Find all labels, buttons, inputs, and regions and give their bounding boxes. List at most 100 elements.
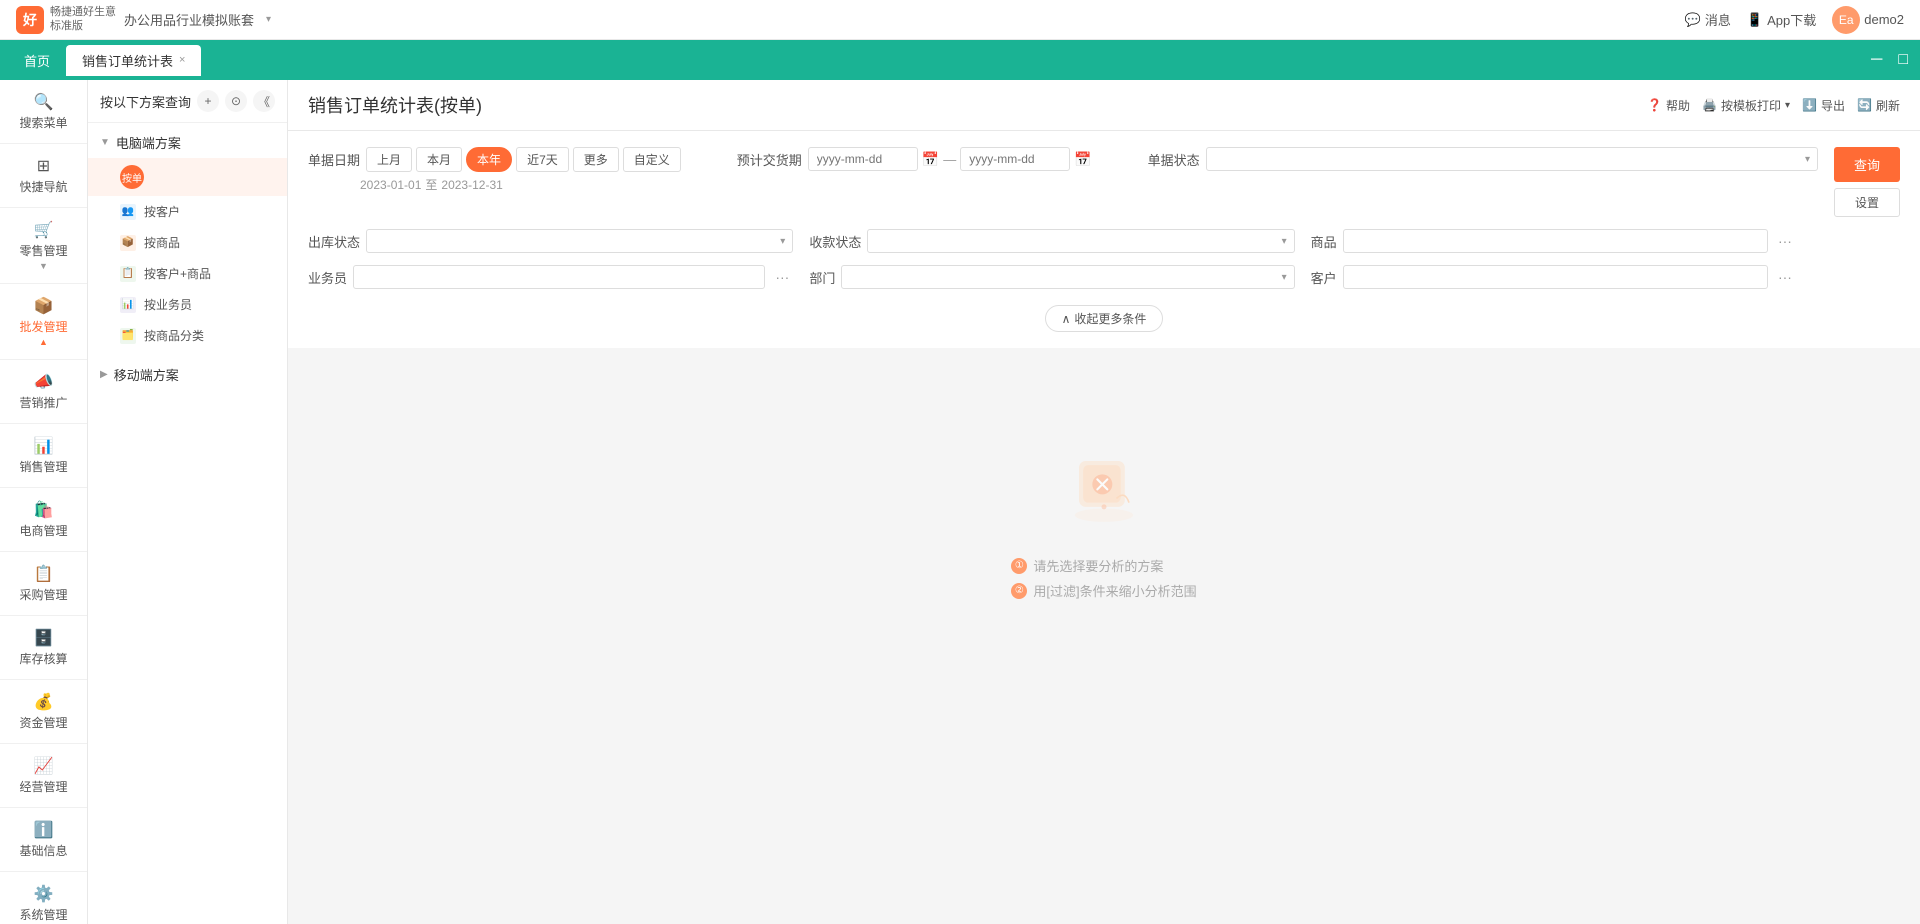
more-date-btn[interactable]: 更多 [573, 147, 619, 172]
sales-icon: 📊 [34, 436, 54, 456]
customer-input[interactable] [1343, 265, 1768, 289]
help-icon: ❓ [1647, 98, 1662, 112]
by-customer-icon: 👥 [120, 204, 136, 220]
logo-area: 好 畅捷通好生意 标准版 [16, 6, 116, 34]
tree-item-by-customer[interactable]: 👥 按客户 [88, 196, 287, 227]
tab-active[interactable]: 销售订单统计表 × [66, 45, 201, 76]
tree-item-by-salesperson[interactable]: 📊 按业务员 [88, 289, 287, 320]
collapse-icon: ∧ [1062, 312, 1071, 326]
collapse-conditions-btn[interactable]: ∧ 收起更多条件 [1045, 305, 1164, 332]
tab-home[interactable]: 首页 [8, 45, 66, 76]
empty-tip-1: ① 请先选择要分析的方案 [1011, 556, 1196, 575]
expected-date-end-input[interactable] [960, 147, 1070, 171]
page-title: 销售订单统计表(按单) [308, 92, 482, 118]
app-download-btn[interactable]: 📱 App下载 [1747, 10, 1816, 29]
status-select[interactable] [1206, 147, 1818, 171]
tree-item-by-category[interactable]: 🗂️ 按商品分类 [88, 320, 287, 351]
tree-group-mobile-label[interactable]: ▶ 移动端方案 [88, 359, 287, 390]
tab-minimize-btn[interactable]: ─ [1867, 47, 1886, 73]
query-btn[interactable]: 查询 [1834, 147, 1900, 182]
print-icon: 🖨️ [1702, 98, 1717, 112]
logo-icon: 好 [16, 6, 44, 34]
left-panel: 按以下方案查询 + ⊙ 《 ▼ 电脑端方案 按单 👥 按客户 [88, 80, 288, 924]
ship-status-select-wrapper [366, 229, 793, 253]
wholesale-icon: 📦 [34, 296, 54, 316]
sidebar-item-operations[interactable]: 📈 经营管理 [0, 744, 87, 808]
sidebar-item-system[interactable]: ⚙️ 系统管理 [0, 872, 87, 924]
desktop-group-arrow-icon: ▼ [100, 137, 110, 148]
print-btn[interactable]: 🖨️ 按模板打印 ▾ [1702, 97, 1790, 114]
sidebar-item-basic-info[interactable]: ℹ️ 基础信息 [0, 808, 87, 872]
product-input[interactable] [1343, 229, 1768, 253]
collapse-panel-btn[interactable]: 《 [253, 90, 275, 112]
sidebar-item-inventory[interactable]: 🗄️ 库存核算 [0, 616, 87, 680]
purchase-icon: 📋 [34, 564, 54, 584]
this-year-btn[interactable]: 本年 [466, 147, 512, 172]
status-label: 单据状态 [1148, 150, 1200, 169]
tree-item-by-order[interactable]: 按单 [88, 158, 287, 196]
sidebar-item-marketing[interactable]: 📣 营销推广 [0, 360, 87, 424]
calendar-end-icon: 📅 [1074, 151, 1091, 168]
settings-btn[interactable]: 设置 [1834, 188, 1900, 217]
salesperson-label: 业务员 [308, 268, 347, 287]
app-download-icon: 📱 [1747, 12, 1763, 28]
app-title: 办公用品行业模拟账套 [124, 10, 254, 29]
ecommerce-icon: 🛍️ [34, 500, 54, 520]
tree-item-by-customer-product[interactable]: 📋 按客户+商品 [88, 258, 287, 289]
ship-status-label: 出库状态 [308, 232, 360, 251]
customer-ellipsis-btn[interactable]: ··· [1774, 269, 1796, 285]
this-month-btn[interactable]: 本月 [416, 147, 462, 172]
refresh-icon: 🔄 [1857, 98, 1872, 112]
app-dropdown-arrow[interactable]: ▾ [266, 14, 271, 25]
last-month-btn[interactable]: 上月 [366, 147, 412, 172]
calendar-start-icon: 📅 [922, 151, 939, 168]
tree-group-mobile: ▶ 移动端方案 [88, 355, 287, 394]
message-btn[interactable]: 💬 消息 [1685, 10, 1731, 29]
tab-maximize-btn[interactable]: □ [1894, 47, 1912, 73]
tree-group-desktop-label[interactable]: ▼ 电脑端方案 [88, 127, 287, 158]
sidebar-item-wholesale[interactable]: 📦 批发管理 ▲ [0, 284, 87, 360]
date-range-start: 2023-01-01 [360, 178, 421, 192]
export-btn[interactable]: ⬇️ 导出 [1802, 97, 1845, 114]
help-btn[interactable]: ❓ 帮助 [1647, 97, 1690, 114]
ship-status-select[interactable] [366, 229, 793, 253]
sidebar-item-finance[interactable]: 💰 资金管理 [0, 680, 87, 744]
payment-status-select[interactable] [867, 229, 1294, 253]
user-menu[interactable]: Ea demo2 [1832, 6, 1904, 34]
salesperson-input[interactable] [353, 265, 765, 289]
left-panel-title: 按以下方案查询 [100, 92, 191, 111]
avatar: Ea [1832, 6, 1860, 34]
expected-date-label: 预计交货期 [737, 150, 802, 169]
finance-icon: 💰 [34, 692, 54, 712]
right-panel: 销售订单统计表(按单) ❓ 帮助 🖨️ 按模板打印 ▾ ⬇️ 导出 [288, 80, 1920, 924]
page-header: 销售订单统计表(按单) ❓ 帮助 🖨️ 按模板打印 ▾ ⬇️ 导出 [288, 80, 1920, 131]
panel-toolbar: + ⊙ 《 [197, 90, 275, 112]
sidebar-item-search-menu[interactable]: 🔍 搜索菜单 [0, 80, 87, 144]
by-order-icon: 按单 [120, 165, 144, 189]
refresh-btn[interactable]: 🔄 刷新 [1857, 97, 1900, 114]
department-select[interactable] [841, 265, 1294, 289]
expected-date-start-input[interactable] [808, 147, 918, 171]
salesperson-ellipsis-btn[interactable]: ··· [771, 269, 793, 285]
sidebar-item-ecommerce[interactable]: 🛍️ 电商管理 [0, 488, 87, 552]
tip-num-2: ② [1011, 583, 1027, 599]
product-ellipsis-btn[interactable]: ··· [1774, 233, 1796, 249]
payment-status-select-wrapper [867, 229, 1294, 253]
settings-scheme-btn[interactable]: ⊙ [225, 90, 247, 112]
export-icon: ⬇️ [1802, 98, 1817, 112]
tree-item-by-product[interactable]: 📦 按商品 [88, 227, 287, 258]
tip-num-1: ① [1011, 558, 1027, 574]
date-buttons: 上月 本月 本年 近7天 更多 自定义 [366, 147, 681, 172]
by-category-icon: 🗂️ [120, 328, 136, 344]
sidebar-item-sales[interactable]: 📊 销售管理 [0, 424, 87, 488]
last-7-days-btn[interactable]: 近7天 [516, 147, 569, 172]
add-scheme-btn[interactable]: + [197, 90, 219, 112]
print-dropdown-icon: ▾ [1785, 100, 1790, 111]
tab-close-icon[interactable]: × [179, 54, 185, 66]
sidebar: 🔍 搜索菜单 ⊞ 快捷导航 🛒 零售管理 ▼ 📦 批发管理 ▲ 📣 营销推广 📊… [0, 80, 88, 924]
custom-date-btn[interactable]: 自定义 [623, 147, 681, 172]
sidebar-item-purchase[interactable]: 📋 采购管理 [0, 552, 87, 616]
sidebar-item-retail[interactable]: 🛒 零售管理 ▼ [0, 208, 87, 284]
sidebar-item-quick-nav[interactable]: ⊞ 快捷导航 [0, 144, 87, 208]
department-select-wrapper [841, 265, 1294, 289]
